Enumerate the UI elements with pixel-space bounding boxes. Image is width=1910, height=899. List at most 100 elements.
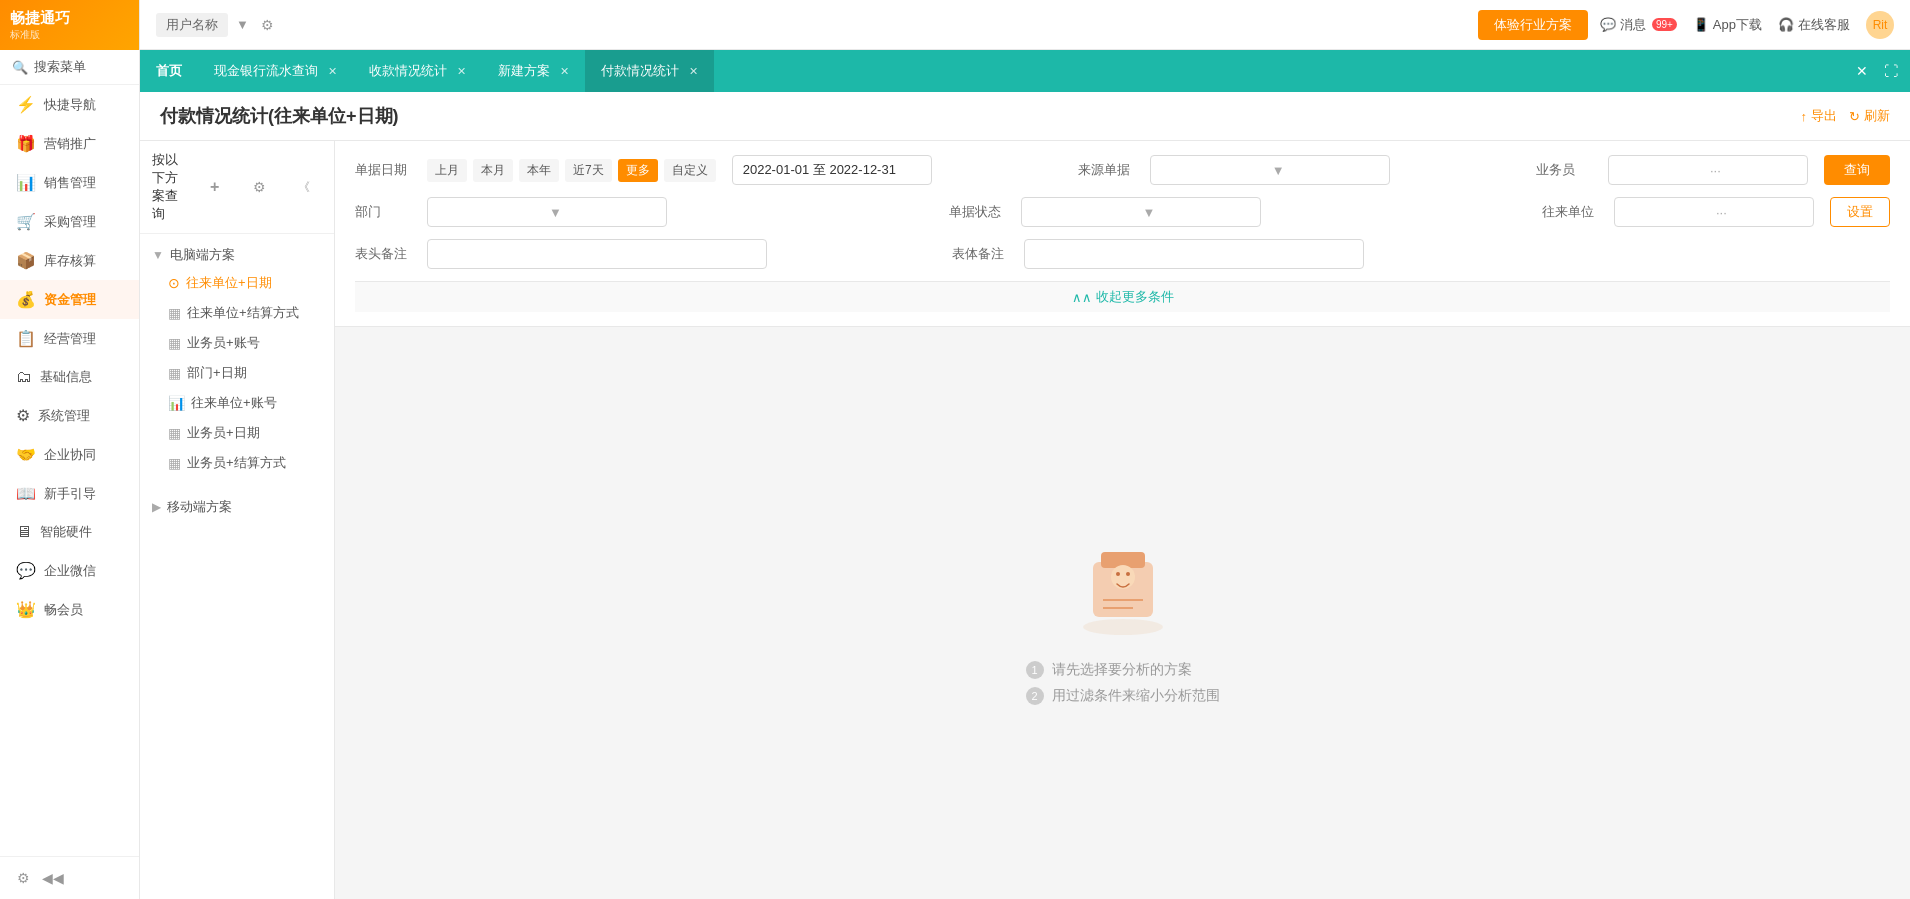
mobile-scheme-group-header[interactable]: ▶ 移动端方案: [140, 494, 334, 520]
scheme-staff-date[interactable]: ▦ 业务员+日期: [140, 418, 334, 448]
scheme-partner-settle[interactable]: ▦ 往来单位+结算方式: [140, 298, 334, 328]
table-head-note-input[interactable]: [427, 239, 767, 269]
empty-state: 1 请先选择要分析的方案 2 用过滤条件来缩小分析范围: [335, 327, 1910, 899]
search-menu[interactable]: 🔍 搜索菜单: [0, 50, 139, 85]
page-header: 付款情况统计(往来单位+日期) ↑ 导出 ↻ 刷新: [140, 92, 1910, 141]
tab-new-plan[interactable]: 新建方案 ✕: [482, 50, 585, 92]
sales-label: 销售管理: [44, 174, 96, 192]
sidebar-item-basic[interactable]: 🗂 基础信息: [0, 358, 139, 396]
chart-scheme-icon: 📊: [168, 395, 185, 411]
trial-btn[interactable]: 体验行业方案: [1478, 10, 1588, 40]
enterprise-label: 企业协同: [44, 446, 96, 464]
tab-close-all-btn[interactable]: ✕: [1852, 59, 1872, 83]
tab-new-plan-close[interactable]: ✕: [560, 65, 569, 78]
partner-ellipsis-icon: ···: [1716, 205, 1803, 220]
table-body-note-input[interactable]: [1024, 239, 1364, 269]
scheme-staff-settle[interactable]: ▦ 业务员+结算方式: [140, 448, 334, 478]
online-service-btn[interactable]: 🎧 在线客服: [1778, 16, 1850, 34]
sidebar-item-wechat[interactable]: 💬 企业微信: [0, 551, 139, 590]
system-label: 系统管理: [38, 407, 90, 425]
vip-label: 畅会员: [44, 601, 83, 619]
sidebar-item-vip[interactable]: 👑 畅会员: [0, 590, 139, 629]
empty-tip-2-text: 用过滤条件来缩小分析范围: [1052, 687, 1220, 705]
scheme-partner-account[interactable]: 📊 往来单位+账号: [140, 388, 334, 418]
scheme-partner-account-label: 往来单位+账号: [191, 394, 277, 412]
scheme-staff-account[interactable]: ▦ 业务员+账号: [140, 328, 334, 358]
staff-select[interactable]: ···: [1608, 155, 1808, 185]
svg-point-5: [1126, 572, 1130, 576]
dept-select[interactable]: ▼: [427, 197, 667, 227]
sidebar-item-system[interactable]: ⚙ 系统管理: [0, 396, 139, 435]
partner-select[interactable]: ···: [1614, 197, 1814, 227]
source-bill-dropdown-icon: ▼: [1272, 163, 1379, 178]
scheme-dept-date[interactable]: ▦ 部门+日期: [140, 358, 334, 388]
tabbar-right: ✕ ⛶: [1852, 59, 1910, 83]
sidebar-item-purchase[interactable]: 🛒 采购管理: [0, 202, 139, 241]
tab-payment-stat[interactable]: 付款情况统计 ✕: [585, 50, 714, 92]
sidebar-item-marketing[interactable]: 🎁 营销推广: [0, 124, 139, 163]
tab-home[interactable]: 首页: [140, 50, 198, 92]
topbar-settings-icon[interactable]: ⚙: [257, 14, 279, 36]
system-icon: ⚙: [16, 406, 30, 425]
staff-ellipsis-icon: ···: [1710, 163, 1797, 178]
online-service-icon: 🎧: [1778, 17, 1794, 32]
content-layout: 按以下方案查询 + ⚙ 《 ▼ 电脑端方案 ⊙ 往来单位+日期 ▦: [140, 141, 1910, 899]
user-avatar[interactable]: Rit: [1866, 11, 1894, 39]
tab-receipt-stat-close[interactable]: ✕: [457, 65, 466, 78]
collapse-chevron-icon: ∧∧: [1072, 290, 1092, 305]
date-range-input[interactable]: 2022-01-01 至 2022-12-31: [732, 155, 932, 185]
scheme-dept-date-label: 部门+日期: [187, 364, 247, 382]
scheme-partner-date[interactable]: ⊙ 往来单位+日期: [140, 268, 334, 298]
date-pill-this-year[interactable]: 本年: [519, 159, 559, 182]
app-download-btn[interactable]: 📱 App下载: [1693, 16, 1762, 34]
bottom-collapse-btn[interactable]: ◀◀: [42, 867, 64, 889]
bottom-settings-btn[interactable]: ⚙: [12, 867, 34, 889]
tab-expand-btn[interactable]: ⛶: [1880, 59, 1902, 83]
scheme-partner-settle-label: 往来单位+结算方式: [187, 304, 299, 322]
pc-scheme-group-header[interactable]: ▼ 电脑端方案: [140, 242, 334, 268]
quick-nav-label: 快捷导航: [44, 96, 96, 114]
svg-point-3: [1111, 565, 1135, 589]
topbar-user: 用户名称 ▼ ⚙: [156, 13, 1466, 37]
quick-nav-icon: ⚡: [16, 95, 36, 114]
chevron-right-icon: ▶: [152, 500, 161, 514]
sidebar-item-quick-nav[interactable]: ⚡ 快捷导航: [0, 85, 139, 124]
refresh-btn[interactable]: ↻ 刷新: [1849, 107, 1890, 125]
sidebar-item-sales[interactable]: 📊 销售管理: [0, 163, 139, 202]
export-btn[interactable]: ↑ 导出: [1801, 107, 1838, 125]
date-pill-this-month[interactable]: 本月: [473, 159, 513, 182]
add-scheme-btn[interactable]: +: [197, 176, 234, 198]
sidebar-item-enterprise[interactable]: 🤝 企业协同: [0, 435, 139, 474]
collapse-more-btn[interactable]: ∧∧ 收起更多条件: [355, 281, 1890, 312]
svg-point-0: [1083, 619, 1163, 635]
scheme-settings-btn[interactable]: ⚙: [241, 176, 278, 198]
empty-tip-1-text: 请先选择要分析的方案: [1052, 661, 1192, 679]
sidebar-item-guide[interactable]: 📖 新手引导: [0, 474, 139, 513]
tab-payment-stat-close[interactable]: ✕: [689, 65, 698, 78]
table-body-note-label: 表体备注: [952, 245, 1008, 263]
date-pill-7days[interactable]: 近7天: [565, 159, 612, 182]
empty-tips: 1 请先选择要分析的方案 2 用过滤条件来缩小分析范围: [1026, 661, 1220, 705]
source-bill-select[interactable]: ▼: [1150, 155, 1390, 185]
tab-bank-flow-close[interactable]: ✕: [328, 65, 337, 78]
search-icon: 🔍: [12, 60, 28, 75]
sidebar-item-finance[interactable]: 💰 资金管理: [0, 280, 139, 319]
sidebar-item-inventory[interactable]: 📦 库存核算: [0, 241, 139, 280]
dropdown-icon[interactable]: ▼: [236, 17, 249, 32]
sidebar-item-hardware[interactable]: 🖥 智能硬件: [0, 513, 139, 551]
date-pill-last-month[interactable]: 上月: [427, 159, 467, 182]
query-btn[interactable]: 查询: [1824, 155, 1890, 185]
staff-label: 业务员: [1536, 161, 1592, 179]
tab-receipt-stat[interactable]: 收款情况统计 ✕: [353, 50, 482, 92]
date-pill-more[interactable]: 更多: [618, 159, 658, 182]
date-pill-custom[interactable]: 自定义: [664, 159, 716, 182]
sidebar-item-business[interactable]: 📋 经营管理: [0, 319, 139, 358]
settings-btn[interactable]: 设置: [1830, 197, 1890, 227]
bill-status-select[interactable]: ▼: [1021, 197, 1261, 227]
message-btn[interactable]: 💬 消息 99+: [1600, 16, 1677, 34]
svg-point-4: [1116, 572, 1120, 576]
enterprise-icon: 🤝: [16, 445, 36, 464]
tip-num-2: 2: [1026, 687, 1044, 705]
tab-bank-flow[interactable]: 现金银行流水查询 ✕: [198, 50, 353, 92]
panel-collapse-btn[interactable]: 《: [286, 176, 323, 198]
